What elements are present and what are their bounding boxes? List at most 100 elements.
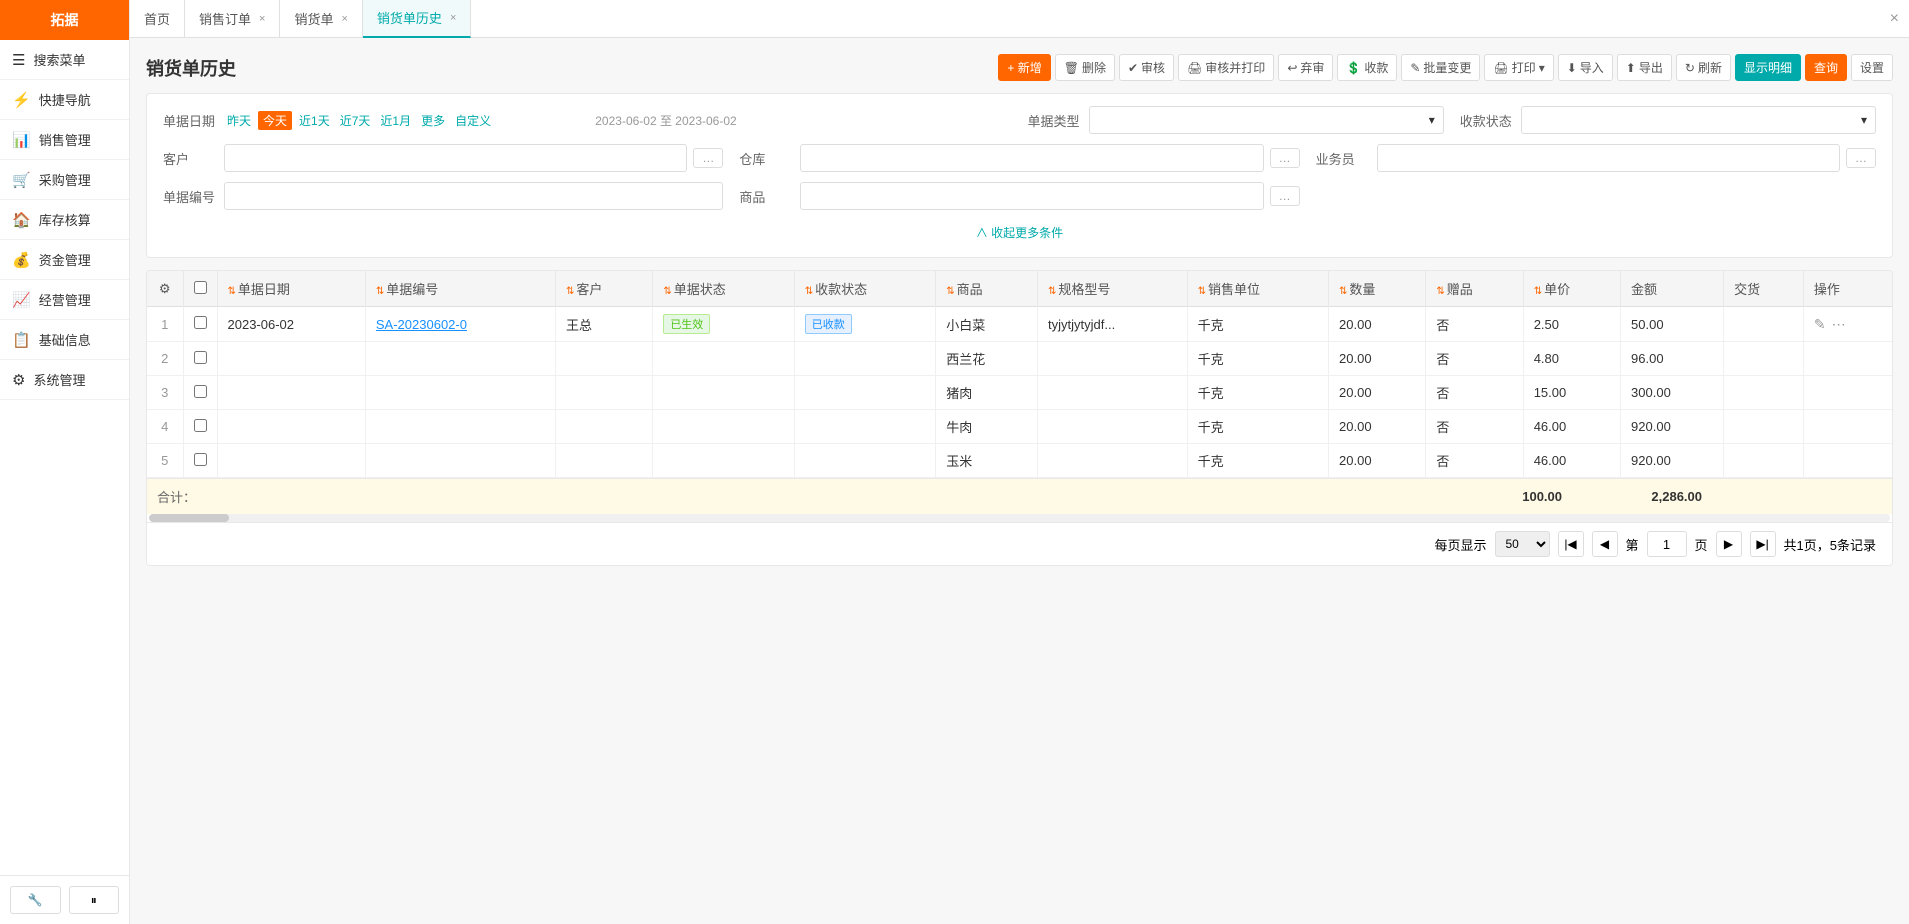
tab-sales-order[interactable]: 销售订单 × [185,0,280,38]
doc-no-link[interactable]: SA-20230602-0 [376,317,467,332]
delete-button[interactable]: 🗑 删除 [1055,54,1115,81]
scrollbar-thumb[interactable] [149,514,229,522]
cell-checkbox[interactable] [183,376,217,410]
import-button[interactable]: ⬇ 导入 [1558,54,1613,81]
cell-gift: 否 [1426,376,1523,410]
prev-page-btn[interactable]: ◀ [1592,531,1618,557]
doc-no-input[interactable] [224,182,723,210]
doc-type-select[interactable]: ▾ [1089,106,1444,134]
col-action: 操作 [1803,271,1892,307]
per-page-select[interactable]: 50 100 200 [1495,531,1550,557]
first-page-btn[interactable]: |◀ [1558,531,1584,557]
sidebar-item-sales-mgmt[interactable]: 📊 销售管理 [0,120,129,160]
new-button[interactable]: + 新增 [998,54,1050,81]
app-logo: 拓据 [0,0,129,40]
col-spec[interactable]: ⇅规格型号 [1038,271,1188,307]
review-print-button[interactable]: 🖨 审核并打印 [1178,54,1274,81]
row-checkbox[interactable] [194,351,207,364]
last-page-btn[interactable]: ▶| [1750,531,1776,557]
sidebar-footer-btn2[interactable]: ⏸ [69,886,120,914]
goods-ellipsis[interactable]: … [1270,186,1300,206]
review-button[interactable]: ✔ 审核 [1119,54,1174,81]
cell-checkbox[interactable] [183,307,217,342]
sidebar-item-quick-nav[interactable]: ⚡ 快捷导航 [0,80,129,120]
tab-sales-delivery-close[interactable]: × [341,13,347,25]
horizontal-scrollbar[interactable] [149,514,1890,522]
sidebar-item-inventory[interactable]: 🏠 库存核算 [0,200,129,240]
warehouse-input[interactable] [800,144,1263,172]
col-checkbox[interactable] [183,271,217,307]
col-doc-status[interactable]: ⇅单据状态 [653,271,794,307]
salesperson-ellipsis[interactable]: … [1846,148,1876,168]
col-date[interactable]: ⇅单据日期 [217,271,365,307]
col-customer[interactable]: ⇅客户 [555,271,652,307]
next-page-btn[interactable]: ▶ [1716,531,1742,557]
shortcut-more[interactable]: 更多 [418,111,448,130]
tab-sales-history-close[interactable]: × [450,12,456,24]
sidebar-item-purchase-mgmt[interactable]: 🛒 采购管理 [0,160,129,200]
batch-change-button[interactable]: ✎ 批量变更 [1401,54,1480,81]
shortcut-custom[interactable]: 自定义 [452,111,494,130]
col-payment-status[interactable]: ⇅收款状态 [794,271,935,307]
query-button[interactable]: 查询 [1805,54,1847,81]
cell-amount: 920.00 [1621,410,1724,444]
page-input[interactable] [1647,531,1687,557]
tab-sales-history[interactable]: 销货单历史 × [363,0,471,38]
select-all-checkbox[interactable] [194,281,207,294]
row-checkbox[interactable] [194,316,207,329]
shortcut-today[interactable]: 今天 [258,111,292,130]
goods-input[interactable] [800,182,1263,210]
print-button[interactable]: 🖨 打印 ▾ [1484,54,1553,81]
cell-checkbox[interactable] [183,410,217,444]
shortcut-yesterday[interactable]: 昨天 [224,111,254,130]
cell-action [1803,410,1892,444]
customer-input[interactable] [224,144,687,172]
cell-spec [1038,376,1188,410]
cell-checkbox[interactable] [183,444,217,478]
cell-sales-unit: 千克 [1187,307,1328,342]
col-sales-unit[interactable]: ⇅销售单位 [1187,271,1328,307]
shortcut-1day[interactable]: 近1天 [296,111,333,130]
row-checkbox[interactable] [194,453,207,466]
shortcut-7day[interactable]: 近7天 [337,111,374,130]
tab-home[interactable]: 首页 [130,0,185,38]
row-checkbox[interactable] [194,385,207,398]
show-detail-button[interactable]: 显示明细 [1735,54,1801,81]
col-doc-no[interactable]: ⇅单据编号 [365,271,555,307]
payment-status-select[interactable]: ▾ [1521,106,1876,134]
shortcut-1month[interactable]: 近1月 [377,111,414,130]
col-settings[interactable]: ⚙ [147,271,183,307]
sidebar-item-search-menu[interactable]: ☰ 搜索菜单 [0,40,129,80]
collect-button[interactable]: 💲 收款 [1337,54,1397,81]
more-action-icon[interactable]: ⋯ [1832,316,1846,333]
quick-nav-icon: ⚡ [12,91,31,109]
salesperson-input[interactable] [1377,144,1840,172]
col-goods[interactable]: ⇅商品 [936,271,1038,307]
cell-action [1803,444,1892,478]
sidebar-item-basic-info[interactable]: 📋 基础信息 [0,320,129,360]
tab-sales-order-close[interactable]: × [259,13,265,25]
abandon-button[interactable]: ↩ 弃审 [1278,54,1333,81]
edit-action-icon[interactable]: ✎ [1814,316,1826,333]
sys-mgmt-icon: ⚙ [12,371,25,389]
export-button[interactable]: ⬆ 导出 [1617,54,1672,81]
row-checkbox[interactable] [194,419,207,432]
warehouse-ellipsis[interactable]: … [1270,148,1300,168]
sidebar-item-finance[interactable]: 💰 资金管理 [0,240,129,280]
cell-checkbox[interactable] [183,342,217,376]
col-unit-price[interactable]: ⇅单价 [1523,271,1620,307]
ops-icon: 📈 [12,291,31,309]
customer-ellipsis[interactable]: … [693,148,723,168]
cell-goods: 玉米 [936,444,1038,478]
sidebar-item-sys-mgmt[interactable]: ⚙ 系统管理 [0,360,129,400]
tab-sales-delivery[interactable]: 销货单 × [280,0,362,38]
settings-button[interactable]: 设置 [1851,54,1893,81]
cell-action [1803,376,1892,410]
collapse-filters[interactable]: ∧ 收起更多条件 [163,220,1876,245]
col-quantity[interactable]: ⇅数量 [1329,271,1426,307]
sidebar-footer-btn1[interactable]: 🔧 [10,886,61,914]
tab-close-all[interactable]: × [1880,10,1909,28]
col-gift[interactable]: ⇅赠品 [1426,271,1523,307]
sidebar-item-ops[interactable]: 📈 经营管理 [0,280,129,320]
refresh-button[interactable]: ↻ 刷新 [1676,54,1731,81]
